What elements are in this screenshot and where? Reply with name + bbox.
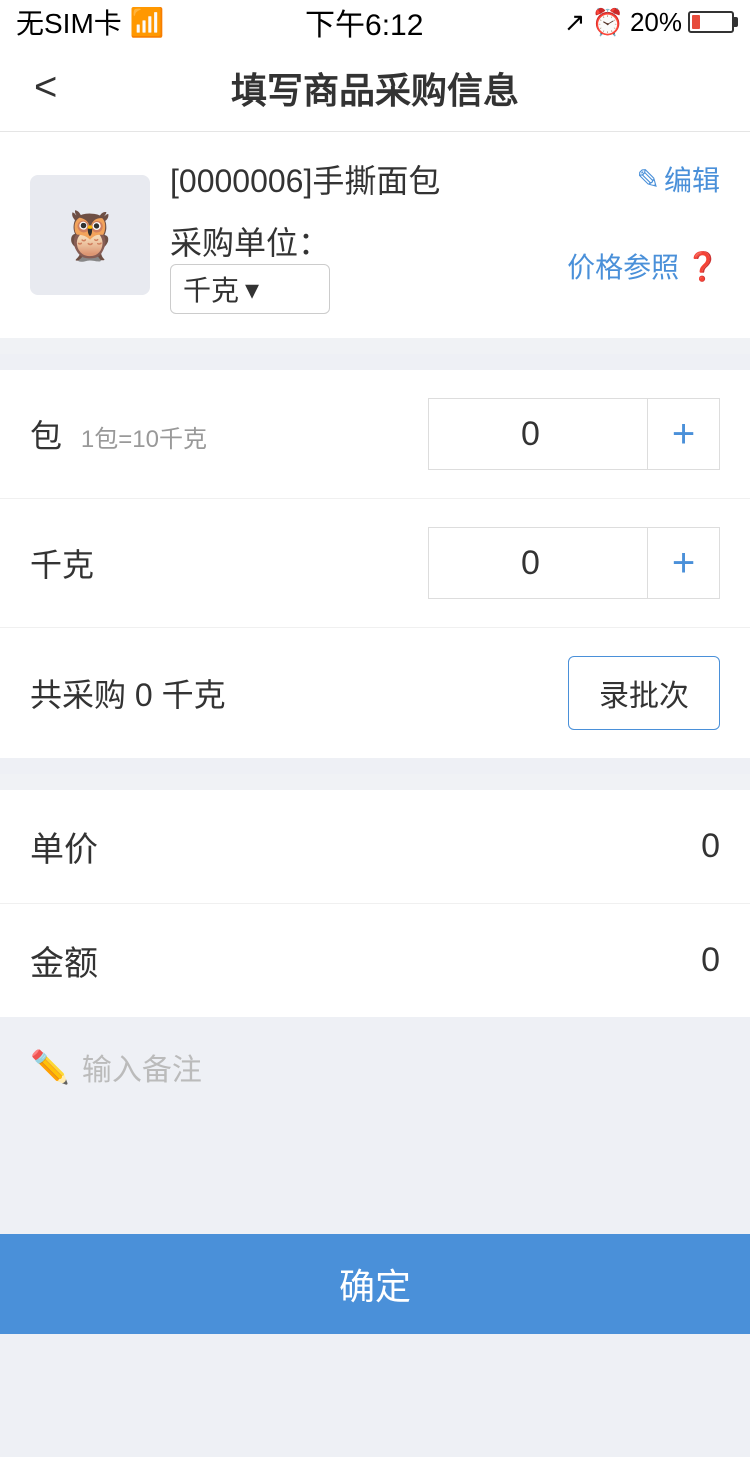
product-image: 🦉 xyxy=(30,175,150,295)
summary-row: 共采购 0 千克 录批次 xyxy=(0,628,750,758)
back-icon: < xyxy=(34,65,57,109)
product-name-row: [0000006]手撕面包 ✎ 编辑 xyxy=(170,156,720,202)
unit-select[interactable]: 千克 ▾ xyxy=(170,264,330,314)
quantity-label-text-kg: 千克 xyxy=(30,547,94,583)
record-batch-button[interactable]: 录批次 xyxy=(568,656,720,730)
unit-price-row: 单价 0 xyxy=(0,790,750,904)
product-info: [0000006]手撕面包 ✎ 编辑 采购单位： 千克 ▾ 价格参照 ❓ xyxy=(170,156,720,314)
amount-label: 金额 xyxy=(30,936,98,985)
quantity-plus-kg[interactable]: + xyxy=(648,527,720,599)
confirm-button[interactable]: 确定 xyxy=(0,1234,750,1334)
notes-placeholder: 输入备注 xyxy=(82,1045,202,1089)
status-time: 下午6:12 xyxy=(305,0,423,44)
quantity-input-bao[interactable] xyxy=(428,398,648,470)
price-ref-label: 价格参照 xyxy=(567,246,679,286)
unit-label-group: 采购单位： 千克 ▾ xyxy=(170,218,330,314)
quantity-input-kg[interactable] xyxy=(428,527,648,599)
quantity-label-bao: 包 1包=10千克 xyxy=(30,411,207,457)
amount-value: 0 xyxy=(701,941,720,980)
summary-text: 共采购 0 千克 xyxy=(30,670,226,716)
divider-1 xyxy=(0,354,750,370)
location-icon: ↗ xyxy=(564,7,586,38)
status-left: 无SIM卡 📶 xyxy=(16,2,165,42)
page-title: 填写商品采购信息 xyxy=(231,62,519,114)
back-button[interactable]: < xyxy=(24,55,67,120)
quantity-row-kg: 千克 + xyxy=(0,499,750,628)
status-right: ↗ ⏰ 20% xyxy=(564,7,734,38)
quantity-label-kg: 千克 xyxy=(30,540,94,586)
unit-price-value: 0 xyxy=(701,827,720,866)
unit-value: 千克 xyxy=(183,269,239,309)
status-bar: 无SIM卡 📶 下午6:12 ↗ ⏰ 20% xyxy=(0,0,750,44)
battery-icon xyxy=(688,11,734,33)
unit-row: 采购单位： 千克 ▾ 价格参照 ❓ xyxy=(170,218,720,314)
battery-percent: 20% xyxy=(630,7,682,38)
nav-bar: < 填写商品采购信息 xyxy=(0,44,750,132)
edit-icon: ✎ xyxy=(637,163,660,196)
amount-row: 金额 0 xyxy=(0,904,750,1017)
plus-icon-kg: + xyxy=(672,541,695,586)
summary-unit: 千克 xyxy=(162,677,226,713)
carrier-label: 无SIM卡 xyxy=(16,2,122,42)
quantity-input-group-kg: + xyxy=(428,527,720,599)
pencil-icon: ✏️ xyxy=(30,1048,70,1086)
product-card: 🦉 [0000006]手撕面包 ✎ 编辑 采购单位： 千克 ▾ 价格参照 ❓ xyxy=(0,132,750,338)
price-section: 单价 0 金额 0 xyxy=(0,790,750,1017)
unit-label: 采购单位： xyxy=(170,225,330,261)
price-ref-button[interactable]: 价格参照 ❓ xyxy=(567,246,720,286)
product-name: [0000006]手撕面包 xyxy=(170,156,440,202)
summary-value: 0 xyxy=(135,677,162,713)
chevron-down-icon: ▾ xyxy=(245,273,259,306)
plus-icon: + xyxy=(672,412,695,457)
unit-price-label: 单价 xyxy=(30,822,98,871)
quantity-input-group-bao: + xyxy=(428,398,720,470)
quantity-label-text: 包 xyxy=(30,418,62,454)
quantity-sub-text: 1包=10千克 xyxy=(81,426,207,453)
alarm-icon: ⏰ xyxy=(592,7,624,38)
summary-prefix: 共采购 xyxy=(30,677,126,713)
quantity-section: 包 1包=10千克 + 千克 + xyxy=(0,370,750,628)
divider-2 xyxy=(0,758,750,774)
edit-label: 编辑 xyxy=(664,159,720,199)
product-logo: 🦉 xyxy=(60,207,120,264)
notes-section[interactable]: ✏️ 输入备注 xyxy=(0,1017,750,1117)
quantity-plus-bao[interactable]: + xyxy=(648,398,720,470)
help-icon: ❓ xyxy=(685,250,720,283)
wifi-icon: 📶 xyxy=(130,6,165,39)
quantity-row-bao: 包 1包=10千克 + xyxy=(0,370,750,499)
edit-button[interactable]: ✎ 编辑 xyxy=(637,159,720,199)
